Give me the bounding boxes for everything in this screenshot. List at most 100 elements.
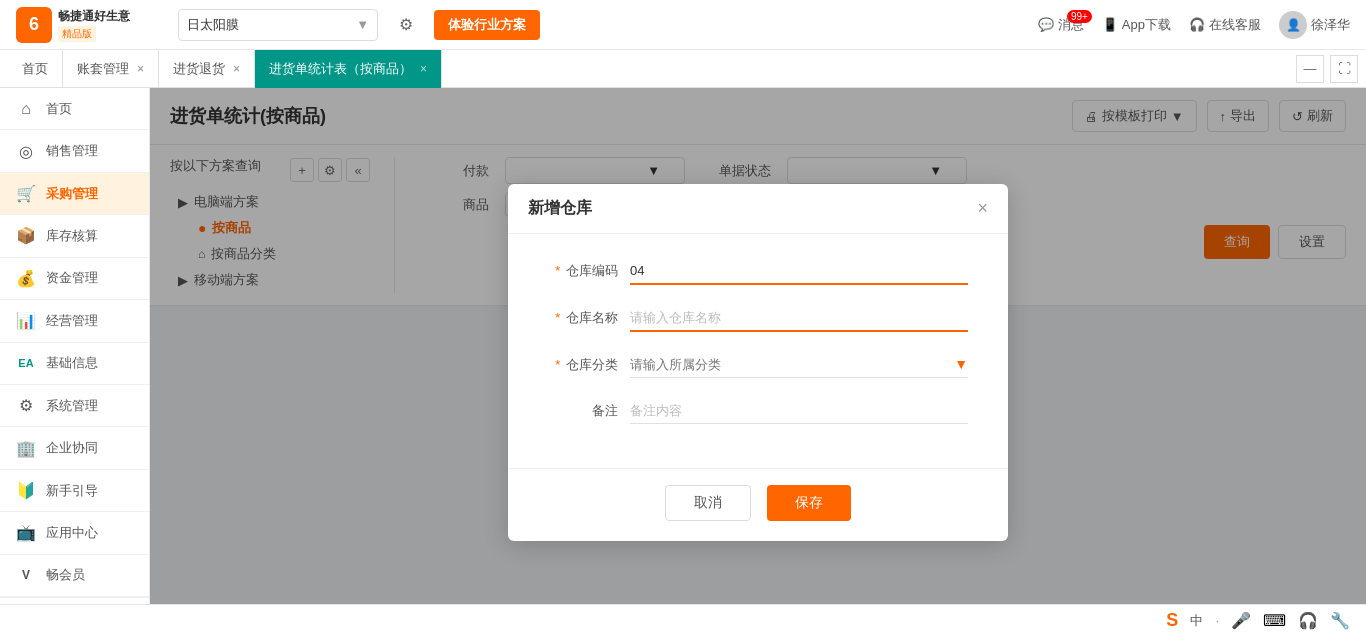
form-row-code: * 仓库编码: [548, 258, 968, 285]
content-area: 进货单统计(按商品) 🖨 按模板打印 ▼ ↑ 导出 ↺ 刷新: [150, 88, 1366, 636]
sidebar-item-guide-label: 新手引导: [46, 482, 98, 500]
settings-icon[interactable]: ⚙: [390, 9, 422, 41]
save-button[interactable]: 保存: [767, 485, 851, 521]
add-warehouse-modal: 新增仓库 × * 仓库编码: [508, 184, 1008, 541]
tab-home[interactable]: 首页: [8, 50, 63, 88]
category-input[interactable]: [630, 352, 954, 377]
sidebar: ⌂ 首页 ◎ 销售管理 🛒 采购管理 📦 库存核算 💰 资金管理 📊 经营管理 …: [0, 88, 150, 636]
search-bar[interactable]: ▼: [178, 9, 378, 41]
user-item[interactable]: 👤 徐泽华: [1279, 11, 1350, 39]
sidebar-item-appcenter-label: 应用中心: [46, 524, 98, 542]
message-badge: 99+: [1067, 10, 1092, 23]
sidebar-item-basicinfo[interactable]: EA 基础信息: [0, 343, 149, 385]
sidebar-item-sales[interactable]: ◎ 销售管理: [0, 130, 149, 172]
sidebar-item-enterprise[interactable]: 🏢 企业协同: [0, 427, 149, 469]
code-input[interactable]: [630, 258, 968, 285]
avatar: 👤: [1279, 11, 1307, 39]
guide-icon: 🔰: [16, 481, 36, 500]
search-dropdown-icon[interactable]: ▼: [356, 17, 369, 32]
logo-icon: 6: [16, 7, 52, 43]
sidebar-item-vip[interactable]: V 畅会员: [0, 555, 149, 597]
sidebar-item-home[interactable]: ⌂ 首页: [0, 88, 149, 130]
online-service-item[interactable]: 🎧 在线客服: [1189, 16, 1261, 34]
status-bar: S 中 · 🎤 ⌨ 🎧 🔧: [0, 604, 1366, 636]
system-icon: ⚙: [16, 396, 36, 415]
sidebar-item-basicinfo-label: 基础信息: [46, 354, 98, 372]
sidebar-item-appcenter[interactable]: 📺 应用中心: [0, 512, 149, 554]
home-icon: ⌂: [16, 100, 36, 118]
sidebar-item-system[interactable]: ⚙ 系统管理: [0, 385, 149, 427]
s-logo-icon: S: [1166, 610, 1178, 631]
tab-bar: 首页 账套管理 × 进货退货 × 进货单统计表（按商品） × — ⛶: [0, 50, 1366, 88]
basicinfo-icon: EA: [16, 357, 36, 369]
sidebar-item-enterprise-label: 企业协同: [46, 439, 98, 457]
tab-purchase-return-close[interactable]: ×: [233, 62, 240, 76]
search-input[interactable]: [187, 17, 350, 32]
sidebar-item-operations[interactable]: 📊 经营管理: [0, 300, 149, 342]
header-right: 💬 消息 99+ 📱 App下载 🎧 在线客服 👤 徐泽华: [1038, 11, 1350, 39]
cancel-button[interactable]: 取消: [665, 485, 751, 521]
sales-icon: ◎: [16, 142, 36, 161]
top-header: 6 畅捷通好生意 精品版 ▼ ⚙ 体验行业方案 💬 消息 99+ 📱 App下载…: [0, 0, 1366, 50]
sidebar-item-home-label: 首页: [46, 100, 72, 118]
sidebar-item-vip-label: 畅会员: [46, 566, 85, 584]
form-row-name: * 仓库名称: [548, 305, 968, 332]
message-icon: 💬: [1038, 17, 1054, 32]
tab-minimize-btn[interactable]: —: [1296, 55, 1324, 83]
message-item[interactable]: 💬 消息 99+: [1038, 16, 1084, 34]
name-label: * 仓库名称: [548, 309, 618, 327]
category-dropdown-icon[interactable]: ▼: [954, 356, 968, 372]
mobile-icon: 📱: [1102, 17, 1118, 32]
sidebar-item-finance[interactable]: 💰 资金管理: [0, 258, 149, 300]
keyboard-icon[interactable]: ⌨: [1263, 611, 1286, 630]
tab-stats-label: 进货单统计表（按商品）: [269, 60, 412, 78]
tab-account-close[interactable]: ×: [137, 62, 144, 76]
tab-purchase-return[interactable]: 进货退货 ×: [159, 50, 255, 88]
tab-home-label: 首页: [22, 60, 48, 78]
required-star-code: *: [555, 263, 560, 278]
logo-area: 6 畅捷通好生意 精品版: [16, 7, 166, 43]
mic-status-icon[interactable]: 🎤: [1231, 611, 1251, 630]
code-label: * 仓库编码: [548, 262, 618, 280]
headphone-icon[interactable]: 🎧: [1298, 611, 1318, 630]
inventory-icon: 📦: [16, 226, 36, 245]
main-layout: ⌂ 首页 ◎ 销售管理 🛒 采购管理 📦 库存核算 💰 资金管理 📊 经营管理 …: [0, 88, 1366, 636]
modal-body: * 仓库编码 * 仓库名称: [508, 234, 1008, 468]
sidebar-item-inventory-label: 库存核算: [46, 227, 98, 245]
appcenter-icon: 📺: [16, 523, 36, 542]
remark-label: 备注: [548, 402, 618, 420]
form-row-category: * 仓库分类 ▼: [548, 352, 968, 378]
sidebar-item-purchase-label: 采购管理: [46, 185, 98, 203]
tab-controls: — ⛶: [1296, 55, 1358, 83]
headset-icon: 🎧: [1189, 17, 1205, 32]
tool-icon[interactable]: 🔧: [1330, 611, 1350, 630]
remark-input[interactable]: [630, 398, 968, 424]
vip-icon: V: [16, 568, 36, 582]
sidebar-item-inventory[interactable]: 📦 库存核算: [0, 215, 149, 257]
modal-close-button[interactable]: ×: [977, 198, 988, 219]
tab-stats[interactable]: 进货单统计表（按商品） ×: [255, 50, 442, 88]
tab-expand-btn[interactable]: ⛶: [1330, 55, 1358, 83]
tab-stats-close[interactable]: ×: [420, 62, 427, 76]
modal-overlay: 新增仓库 × * 仓库编码: [150, 88, 1366, 636]
sidebar-item-finance-label: 资金管理: [46, 269, 98, 287]
purchase-icon: 🛒: [16, 184, 36, 203]
logo-text: 畅捷通好生意 精品版: [58, 8, 130, 42]
sidebar-item-guide[interactable]: 🔰 新手引导: [0, 470, 149, 512]
category-select-wrap[interactable]: ▼: [630, 352, 968, 378]
enterprise-icon: 🏢: [16, 439, 36, 458]
trial-button[interactable]: 体验行业方案: [434, 10, 540, 40]
app-download-item[interactable]: 📱 App下载: [1102, 16, 1171, 34]
sidebar-item-operations-label: 经营管理: [46, 312, 98, 330]
name-input[interactable]: [630, 305, 968, 332]
sidebar-item-purchase[interactable]: 🛒 采购管理: [0, 173, 149, 215]
required-star-name: *: [555, 310, 560, 325]
sidebar-item-system-label: 系统管理: [46, 397, 98, 415]
sidebar-item-sales-label: 销售管理: [46, 142, 98, 160]
modal-title: 新增仓库: [528, 198, 592, 219]
modal-footer: 取消 保存: [508, 468, 1008, 541]
category-label: * 仓库分类: [548, 356, 618, 374]
tab-account[interactable]: 账套管理 ×: [63, 50, 159, 88]
operations-icon: 📊: [16, 311, 36, 330]
tab-purchase-return-label: 进货退货: [173, 60, 225, 78]
